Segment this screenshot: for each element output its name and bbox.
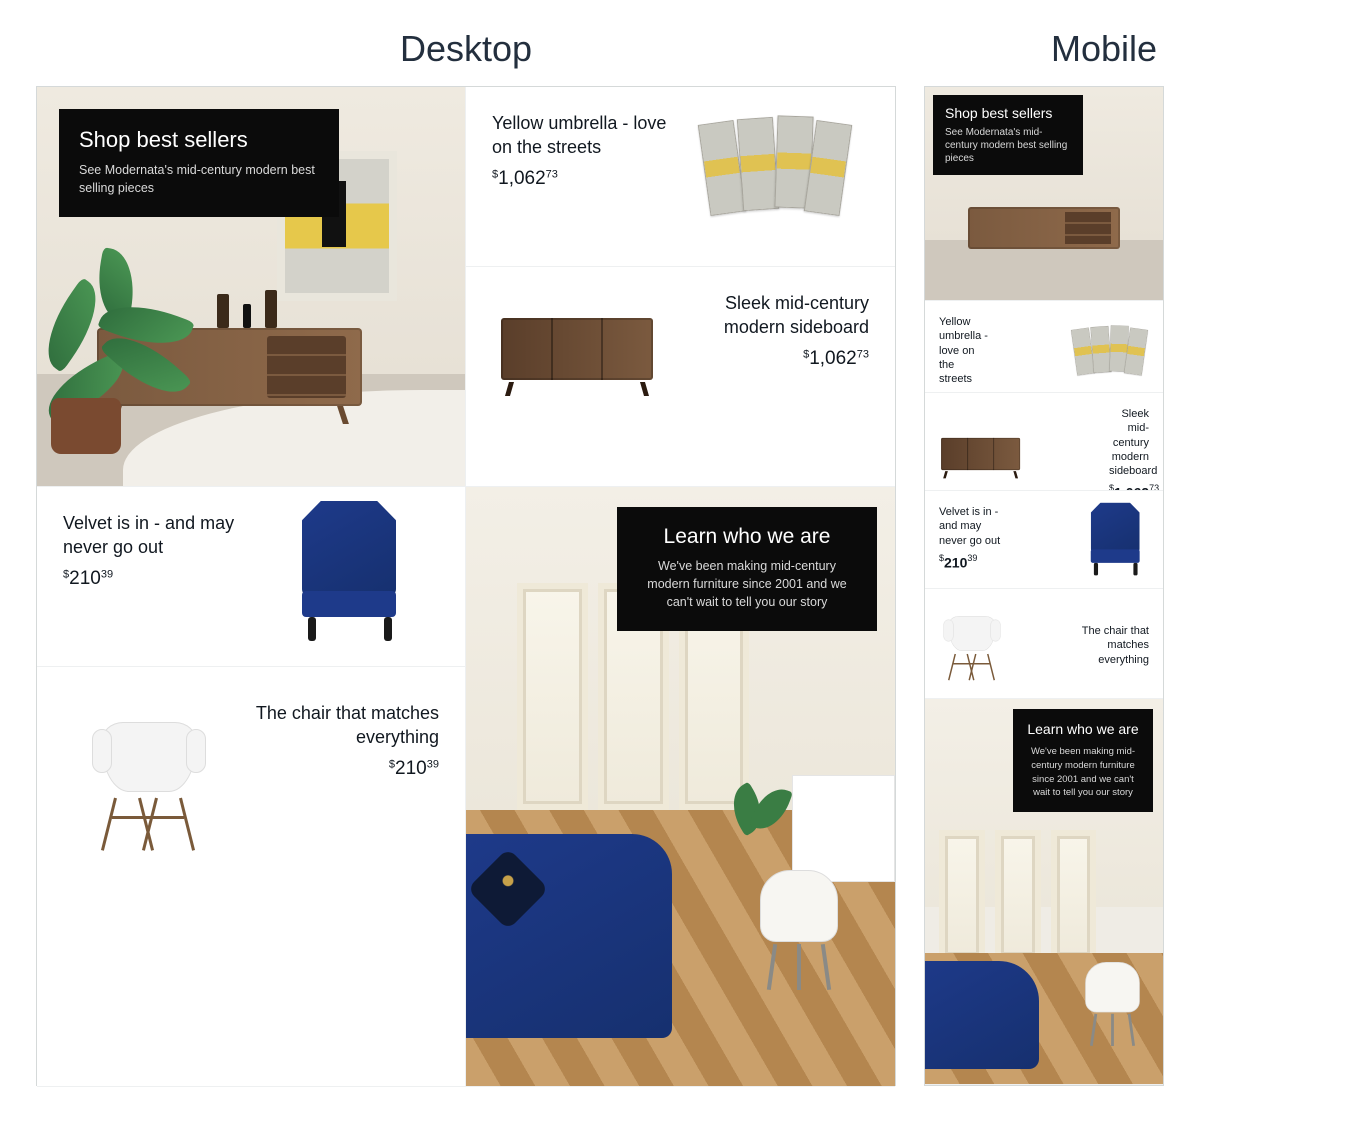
canvas-art-icon: [704, 116, 854, 226]
product-name: The chair that matches everything: [1079, 624, 1149, 667]
product-name: The chair that matches everything: [249, 701, 439, 750]
product-price: $1,06273: [492, 168, 673, 190]
desktop-frame: Shop best sellers See Modernata's mid-ce…: [36, 86, 896, 1086]
learn-title: Learn who we are: [637, 525, 857, 549]
product-price: $21039: [249, 758, 439, 780]
eames-chair-icon: [83, 716, 213, 856]
m-product-tile-chairwhite[interactable]: The chair that matches everything: [925, 589, 1163, 699]
wingback-chair-icon: [284, 501, 414, 641]
hero-tile[interactable]: Shop best sellers See Modernata's mid-ce…: [37, 87, 466, 487]
learn-subtitle: We've been making mid-century modern fur…: [637, 557, 857, 611]
m-learn-overlay: Learn who we are We've been making mid-c…: [1013, 709, 1153, 812]
product-image: [999, 322, 1149, 384]
product-tile-velvet[interactable]: Velvet is in - and may never go out $210…: [37, 487, 466, 667]
vase-icon: [217, 290, 277, 328]
heading-desktop: Desktop: [36, 28, 896, 70]
product-image: [939, 424, 1099, 486]
m-learn-title: Learn who we are: [1025, 721, 1141, 737]
product-name: Yellow umbrella - love on the streets: [492, 111, 673, 160]
sideboard-icon: [939, 432, 1022, 479]
product-name: Velvet is in - and may never go out: [939, 505, 1009, 548]
canvas-art-icon: [1074, 326, 1149, 381]
product-image: [689, 111, 869, 231]
product-image: [1019, 508, 1149, 570]
product-price: $21039: [939, 553, 1009, 572]
heading-mobile: Mobile: [896, 28, 1312, 70]
m-hero-title: Shop best sellers: [945, 105, 1071, 121]
m-hero-overlay: Shop best sellers See Modernata's mid-ce…: [933, 95, 1083, 175]
product-tile-sideboard[interactable]: Sleek mid-century modern sideboard $1,06…: [466, 267, 895, 487]
page: Desktop Mobile: [0, 0, 1348, 1141]
learn-overlay: Learn who we are We've been making mid-c…: [617, 507, 877, 631]
product-price: $1,06273: [1109, 483, 1149, 491]
product-name: Velvet is in - and may never go out: [63, 511, 243, 560]
m-hero-tile[interactable]: Shop best sellers See Modernata's mid-ce…: [925, 87, 1163, 301]
eames-chair-icon: [939, 613, 1004, 683]
product-image: [259, 511, 439, 631]
product-image: [492, 291, 662, 411]
mobile-frame: Shop best sellers See Modernata's mid-ce…: [924, 86, 1164, 1086]
product-price: $21039: [63, 568, 243, 590]
frames-row: Shop best sellers See Modernata's mid-ce…: [36, 86, 1312, 1086]
m-hero-subtitle: See Modernata's mid-century modern best …: [945, 126, 1071, 165]
wingback-chair-icon: [1081, 502, 1149, 575]
learn-tile[interactable]: Learn who we are We've been making mid-c…: [466, 487, 895, 1087]
product-name: Sleek mid-century modern sideboard: [678, 291, 869, 340]
section-headings: Desktop Mobile: [36, 28, 1312, 70]
product-name: Sleek mid-century modern sideboard: [1109, 407, 1149, 478]
product-tile-chairwhite[interactable]: The chair that matches everything $21039: [37, 667, 466, 1087]
m-learn-tile[interactable]: Learn who we are We've been making mid-c…: [925, 699, 1163, 1085]
product-price: $1,06273: [678, 348, 869, 370]
m-product-tile-sideboard[interactable]: Sleek mid-century modern sideboard $1,06…: [925, 393, 1163, 491]
hero-title: Shop best sellers: [79, 127, 319, 153]
product-name: Yellow umbrella - love on the streets: [939, 315, 989, 386]
sideboard-icon: [497, 306, 657, 396]
m-product-tile-velvet[interactable]: Velvet is in - and may never go out $210…: [925, 491, 1163, 589]
m-product-tile-umbrella[interactable]: Yellow umbrella - love on the streets: [925, 301, 1163, 393]
hero-overlay: Shop best sellers See Modernata's mid-ce…: [59, 109, 339, 217]
product-image: [939, 603, 1069, 693]
plant-icon: [37, 204, 171, 454]
product-image: [63, 701, 233, 871]
m-learn-subtitle: We've been making mid-century modern fur…: [1025, 745, 1141, 800]
product-tile-umbrella[interactable]: Yellow umbrella - love on the streets $1…: [466, 87, 895, 267]
hero-subtitle: See Modernata's mid-century modern best …: [79, 161, 319, 197]
